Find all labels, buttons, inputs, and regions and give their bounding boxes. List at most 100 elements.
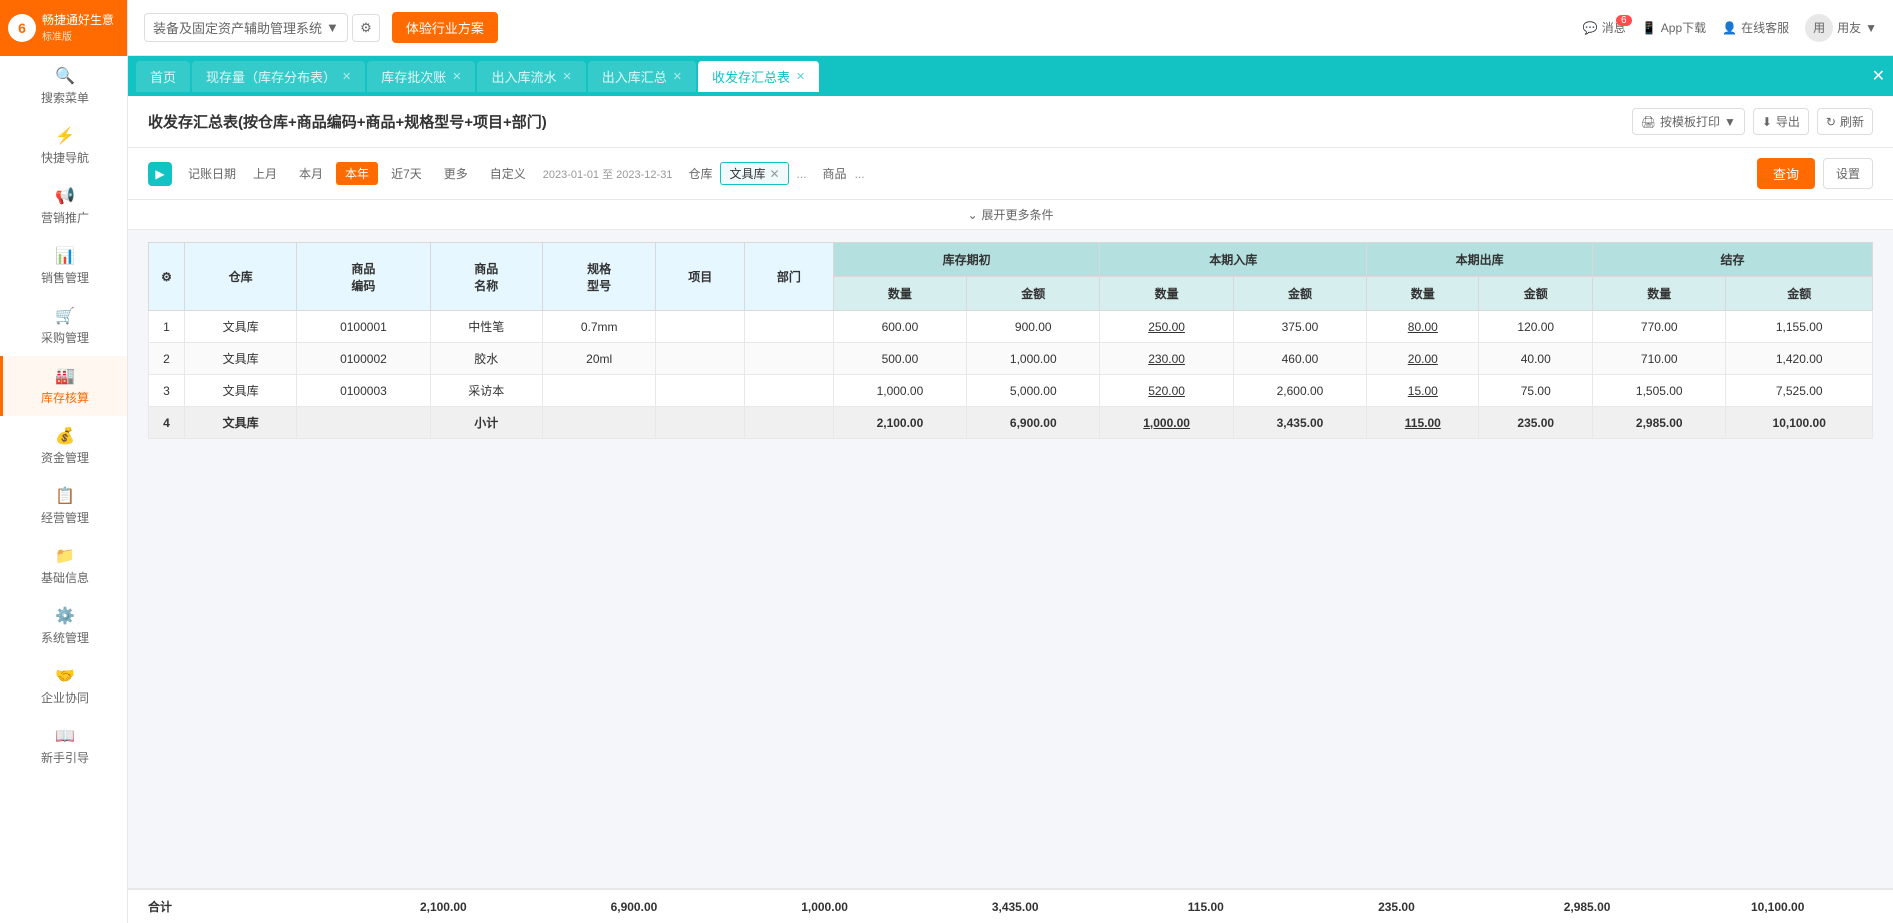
tab-batch-label: 库存批次账 [381,67,446,86]
query-button[interactable]: 查询 [1757,158,1815,189]
cell-out-qty[interactable]: 80.00 [1367,311,1479,343]
cell-project-subtotal [656,407,745,439]
date-curr-month[interactable]: 本月 [290,162,332,185]
tab-recv-summary-close[interactable]: ✕ [796,70,805,83]
cell-bal-amt: 1,155.00 [1726,311,1873,343]
cell-out-qty-subtotal[interactable]: 115.00 [1367,407,1479,439]
app-download-button[interactable]: 📱 App下载 [1642,19,1706,36]
warehouse-tag-close[interactable]: ✕ [769,167,779,181]
system-name: 装备及固定资产辅助管理系统 [153,18,322,37]
table-body: 1 文具库 0100001 中性笔 0.7mm 600.00 900.00 25… [149,311,1873,439]
sidebar-item-search[interactable]: 🔍 搜索菜单 [0,56,127,116]
sidebar-item-inventory[interactable]: 🏭 库存核算 [0,356,127,416]
footer-open-qty: 2,100.00 [348,900,539,914]
tab-inout-flow-close[interactable]: ✕ [563,70,572,83]
footer-out-amt: 235.00 [1301,900,1492,914]
filter-toggle-button[interactable]: ▶ [148,162,172,186]
sidebar-item-marketing[interactable]: 📢 营销推广 [0,176,127,236]
user-menu[interactable]: 用 用友 ▼ [1805,14,1877,42]
tab-inout-flow[interactable]: 出入库流水 ✕ [477,61,585,92]
sidebar-item-guide[interactable]: 📖 新手引导 [0,716,127,776]
sidebar-item-system[interactable]: ⚙️ 系统管理 [0,596,127,656]
sidebar-item-business[interactable]: 📋 经营管理 [0,476,127,536]
tab-inout-flow-label: 出入库流水 [491,67,556,86]
cell-bal-amt: 1,420.00 [1726,343,1873,375]
goods-more-dots[interactable]: ... [855,167,865,181]
dropdown-arrow-icon: ▼ [326,20,339,35]
tab-inout-summary[interactable]: 出入库汇总 ✕ [588,61,696,92]
cell-in-qty[interactable]: 230.00 [1100,343,1233,375]
date-prev-month[interactable]: 上月 [244,162,286,185]
cell-bal-qty-subtotal: 2,985.00 [1593,407,1726,439]
experience-button[interactable]: 体验行业方案 [392,12,498,43]
cell-in-qty-subtotal[interactable]: 1,000.00 [1100,407,1233,439]
footer-open-amt: 6,900.00 [539,900,730,914]
cell-out-qty[interactable]: 20.00 [1367,343,1479,375]
cell-dept [745,311,834,343]
th-goods-spec: 规格型号 [542,243,656,311]
table-header-row-1: ⚙ 仓库 商品编码 商品名称 规格型号 项目 部门 库存期初 本期入库 本期出库… [149,243,1873,277]
sidebar-label-marketing: 营销推广 [41,209,89,226]
cell-in-amt: 2,600.00 [1233,375,1366,407]
cell-out-amt: 75.00 [1479,375,1593,407]
date-7days[interactable]: 近7天 [382,162,431,185]
sidebar-item-quick[interactable]: ⚡ 快捷导航 [0,116,127,176]
app-label: App下载 [1661,19,1706,36]
gear-button[interactable]: ⚙ [352,14,380,42]
sidebar-label-sales: 销售管理 [41,269,89,286]
sidebar-label-business: 经营管理 [41,509,89,526]
warehouse-tag-value: 文具库 [729,165,765,182]
date-curr-year[interactable]: 本年 [336,162,378,185]
cell-seq: 3 [149,375,185,407]
tab-inventory-dist[interactable]: 现存量（库存分布表） ✕ [192,61,365,92]
system-dropdown[interactable]: 装备及固定资产辅助管理系统 ▼ [144,13,348,42]
cell-bal-qty: 770.00 [1593,311,1726,343]
cell-in-amt: 375.00 [1233,311,1366,343]
th-goods-code: 商品编码 [297,243,430,311]
th-out-amt: 金额 [1479,277,1593,311]
topbar-right: 💬 消息 6 📱 App下载 👤 在线客服 用 用友 ▼ [1583,14,1877,42]
tab-batch[interactable]: 库存批次账 ✕ [367,61,475,92]
sidebar-label-quick: 快捷导航 [41,149,89,166]
sales-icon: 📊 [55,246,75,266]
tab-recv-summary[interactable]: 收发存汇总表 ✕ [698,61,819,92]
print-button[interactable]: 🖨 按模板打印 ▼ [1632,108,1745,135]
tab-home[interactable]: 首页 [136,61,190,92]
cell-open-qty: 500.00 [833,343,966,375]
date-range-display: 2023-01-01 至 2023-12-31 [543,166,673,182]
topbar: 装备及固定资产辅助管理系统 ▼ ⚙ 体验行业方案 💬 消息 6 📱 App下载 … [128,0,1893,56]
tab-inventory-dist-close[interactable]: ✕ [342,70,351,83]
refresh-button[interactable]: ↻ 刷新 [1817,108,1873,135]
finance-icon: 💰 [55,426,75,446]
filter-bar: ▶ 记账日期 上月 本月 本年 近7天 更多 自定义 2023-01-01 至 … [128,148,1893,200]
expand-button[interactable]: ⌄ 展开更多条件 [967,206,1053,223]
message-button[interactable]: 💬 消息 6 [1583,19,1626,36]
cell-in-qty[interactable]: 250.00 [1100,311,1233,343]
export-button[interactable]: ⬇ 导出 [1753,108,1809,135]
sidebar-item-finance[interactable]: 💰 资金管理 [0,416,127,476]
print-label: 按模板打印 [1660,113,1720,130]
tabbar-close[interactable]: ✕ [1872,66,1885,86]
tab-batch-close[interactable]: ✕ [452,70,461,83]
warehouse-tag[interactable]: 文具库 ✕ [720,162,788,185]
date-custom[interactable]: 自定义 [481,162,535,185]
sidebar-item-basic[interactable]: 📁 基础信息 [0,536,127,596]
warehouse-more-dots[interactable]: ... [797,167,807,181]
table-head: ⚙ 仓库 商品编码 商品名称 规格型号 项目 部门 库存期初 本期入库 本期出库… [149,243,1873,311]
tab-inout-summary-close[interactable]: ✕ [673,70,682,83]
cell-out-qty[interactable]: 15.00 [1367,375,1479,407]
date-more[interactable]: 更多 [435,162,477,185]
service-button[interactable]: 👤 在线客服 [1722,19,1789,36]
cell-in-qty[interactable]: 520.00 [1100,375,1233,407]
th-goods-name: 商品名称 [430,243,542,311]
cell-goods-code: 0100002 [297,343,430,375]
sidebar-item-sales[interactable]: 📊 销售管理 [0,236,127,296]
table-row: 3 文具库 0100003 采访本 1,000.00 5,000.00 520.… [149,375,1873,407]
sidebar-item-purchase[interactable]: 🛒 采购管理 [0,296,127,356]
th-balance-group: 结存 [1593,243,1873,277]
tab-inout-summary-label: 出入库汇总 [602,67,667,86]
tabbar: 首页 现存量（库存分布表） ✕ 库存批次账 ✕ 出入库流水 ✕ 出入库汇总 ✕ … [128,56,1893,96]
setting-button[interactable]: 设置 [1823,158,1873,189]
cell-warehouse-subtotal: 文具库 [185,407,297,439]
sidebar-item-enterprise[interactable]: 🤝 企业协同 [0,656,127,716]
